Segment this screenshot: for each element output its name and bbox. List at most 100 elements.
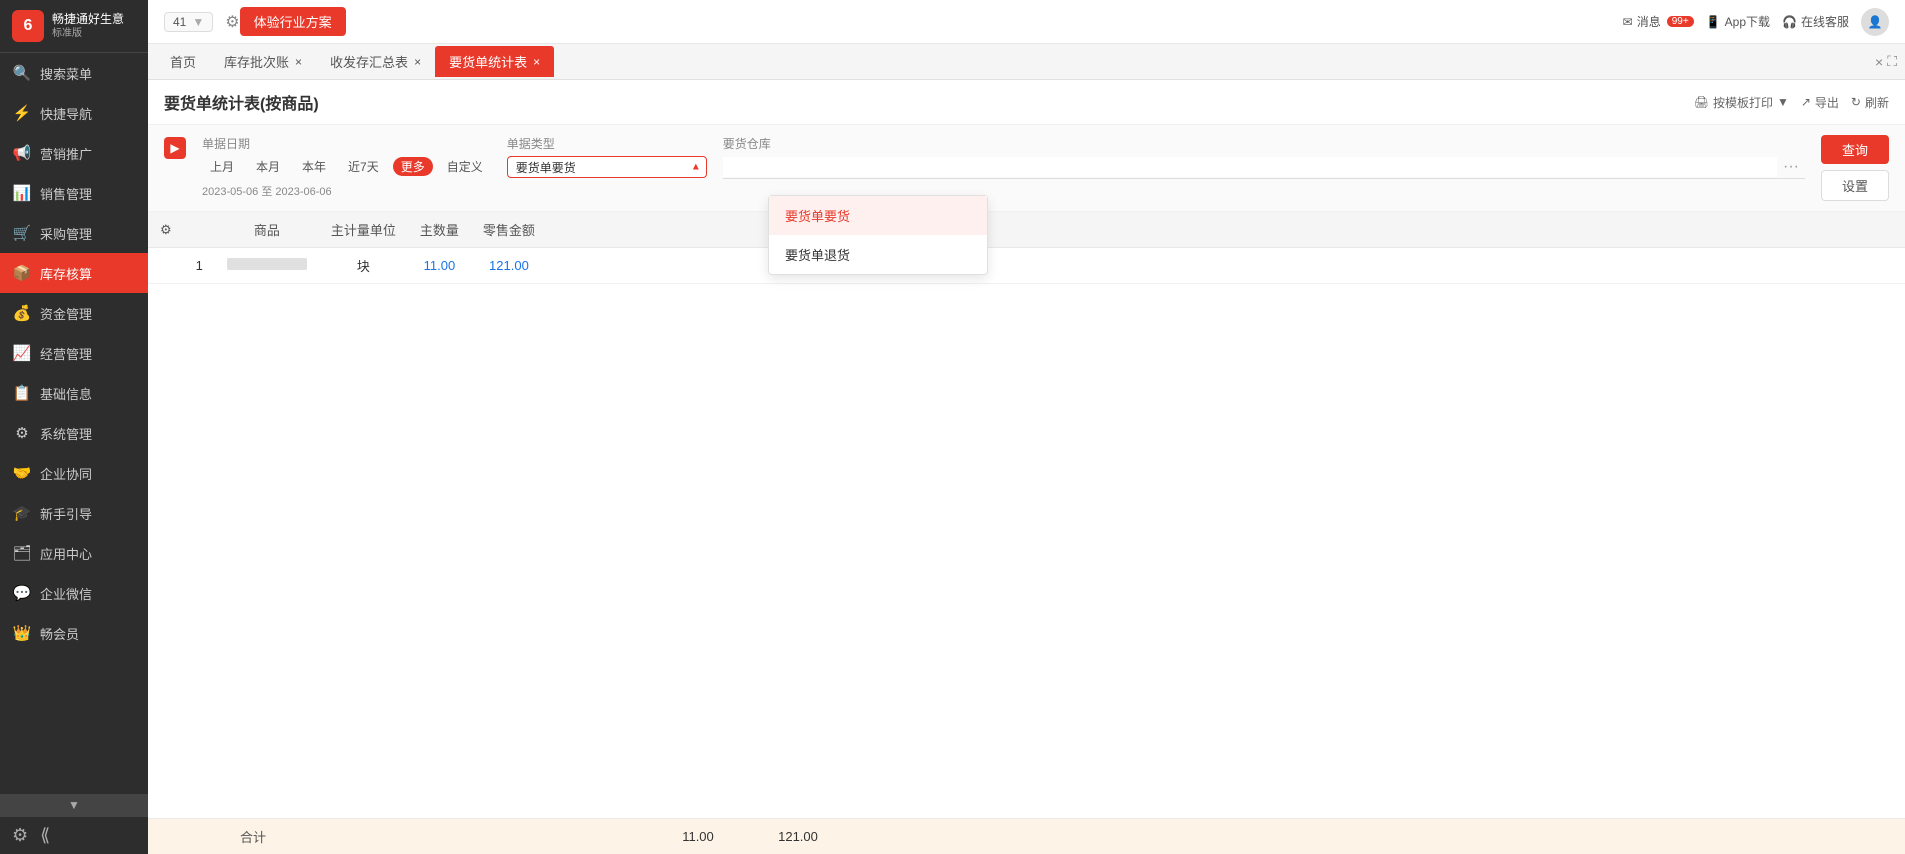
user-avatar[interactable]: 👤 xyxy=(1861,8,1889,36)
sidebar-item-operation[interactable]: 📈 经营管理 xyxy=(0,333,148,373)
date-btn-this-year[interactable]: 本年 xyxy=(294,156,334,177)
gear-button[interactable]: ⚙ xyxy=(225,12,239,32)
sidebar-item-wechat[interactable]: 💬 企业微信 xyxy=(0,573,148,613)
tab-close-collect[interactable]: × xyxy=(414,55,421,69)
sidebar: 6 畅捷通好生意 标准版 🔍 搜索菜单 ⚡ 快捷导航 📢 营销推广 📊 销售管理… xyxy=(0,0,148,854)
lightning-icon: ⚡ xyxy=(12,103,32,123)
refresh-icon: ↻ xyxy=(1851,95,1861,109)
tab-close-all-button[interactable]: × xyxy=(1875,53,1883,70)
store-selector[interactable]: 41 ▼ xyxy=(164,12,213,32)
sales-icon: 📊 xyxy=(12,183,32,203)
inventory-icon: 📦 xyxy=(12,263,32,283)
export-button[interactable]: ↗ 导出 xyxy=(1801,94,1839,111)
col-product: 商品 xyxy=(215,212,319,248)
header-left: 41 ▼ ⚙ 体验行业方案 xyxy=(164,7,1623,36)
settings-icon[interactable]: ⚙ xyxy=(12,825,28,846)
sidebar-item-basic[interactable]: 📋 基础信息 xyxy=(0,373,148,413)
enterprise-icon: 🤝 xyxy=(12,463,32,483)
data-table: ⚙ 商品 主计量单位 主数量 零售金额 1 xyxy=(148,212,1905,284)
date-btn-last-month[interactable]: 上月 xyxy=(202,156,242,177)
date-options-row: 上月 本月 本年 近7天 更多 自定义 xyxy=(202,156,491,177)
type-select-wrapper xyxy=(507,156,707,178)
filter-expand-button[interactable]: ▶ xyxy=(164,137,186,159)
basic-icon: 📋 xyxy=(12,383,32,403)
online-service-item[interactable]: 🎧 在线客服 xyxy=(1782,13,1849,30)
app-download-item[interactable]: 📱 App下载 xyxy=(1706,13,1770,30)
col-settings[interactable]: ⚙ xyxy=(148,212,184,248)
row-product-cell xyxy=(215,248,319,284)
finance-icon: 💰 xyxy=(12,303,32,323)
warehouse-input-row: ··· xyxy=(723,156,1805,179)
top-header: 41 ▼ ⚙ 体验行业方案 ✉ 消息 99+ 📱 App下载 🎧 在线客服 👤 xyxy=(148,0,1905,44)
table-header-row: ⚙ 商品 主计量单位 主数量 零售金额 xyxy=(148,212,1905,248)
sidebar-item-inventory[interactable]: 📦 库存核算 xyxy=(0,253,148,293)
filter-action-buttons: 查询 设置 xyxy=(1821,135,1889,201)
messages-item[interactable]: ✉ 消息 99+ xyxy=(1623,13,1694,30)
tab-close-batch[interactable]: × xyxy=(295,55,302,69)
export-icon: ↗ xyxy=(1801,95,1811,109)
sidebar-nav: 🔍 搜索菜单 ⚡ 快捷导航 📢 营销推广 📊 销售管理 🛒 采购管理 📦 库存核… xyxy=(0,53,148,794)
filter-bar: ▶ 单据日期 上月 本月 本年 近7天 更多 自定义 2023-05-06 至 … xyxy=(148,125,1905,212)
sidebar-scroll-down[interactable]: ▼ xyxy=(0,794,148,816)
type-filter-group: 单据类型 xyxy=(507,135,707,178)
print-button[interactable]: 🖨 按模板打印 ▼ xyxy=(1694,94,1789,111)
page-title: 要货单统计表(按商品) xyxy=(164,90,319,114)
type-select-input[interactable] xyxy=(507,156,707,178)
date-range-display: 2023-05-06 至 2023-06-06 xyxy=(202,183,491,199)
chevron-down-icon: ▼ xyxy=(192,15,204,29)
refresh-button[interactable]: ↻ 刷新 xyxy=(1851,94,1889,111)
sidebar-item-member[interactable]: 👑 畅会员 xyxy=(0,613,148,653)
table-footer: 合计 11.00 121.00 xyxy=(148,818,1905,854)
main-area: 41 ▼ ⚙ 体验行业方案 ✉ 消息 99+ 📱 App下载 🎧 在线客服 👤 xyxy=(148,0,1905,854)
tab-batch-account[interactable]: 库存批次账 × xyxy=(210,46,316,77)
page-header-actions: 🖨 按模板打印 ▼ ↗ 导出 ↻ 刷新 xyxy=(1694,94,1889,111)
sidebar-item-system[interactable]: ⚙ 系统管理 xyxy=(0,413,148,453)
query-button[interactable]: 查询 xyxy=(1821,135,1889,164)
warehouse-filter-group: 要货仓库 ··· xyxy=(723,135,1805,179)
dropdown-item-order-goods[interactable]: 要货单要货 xyxy=(769,196,987,235)
guide-icon: 🎓 xyxy=(12,503,32,523)
trial-button[interactable]: 体验行业方案 xyxy=(240,7,346,36)
logo-text: 畅捷通好生意 标准版 xyxy=(52,12,124,41)
type-input-row xyxy=(507,156,707,178)
collapse-icon[interactable]: ⟪ xyxy=(40,825,50,846)
sidebar-item-guide[interactable]: 🎓 新手引导 xyxy=(0,493,148,533)
row-unit-cell: 块 xyxy=(319,248,408,284)
date-btn-7days[interactable]: 近7天 xyxy=(340,156,387,177)
sidebar-item-finance[interactable]: 💰 资金管理 xyxy=(0,293,148,333)
date-btn-custom[interactable]: 自定义 xyxy=(439,156,491,177)
product-placeholder xyxy=(227,258,307,270)
tab-expand-button[interactable]: ⛶ xyxy=(1887,53,1897,70)
date-btn-this-month[interactable]: 本月 xyxy=(248,156,288,177)
warehouse-input[interactable] xyxy=(723,157,1777,177)
tab-order-stats[interactable]: 要货单统计表 × xyxy=(435,46,554,77)
sidebar-item-marketing[interactable]: 📢 营销推广 xyxy=(0,133,148,173)
sidebar-item-sales[interactable]: 📊 销售管理 xyxy=(0,173,148,213)
table-wrapper: ⚙ 商品 主计量单位 主数量 零售金额 1 xyxy=(148,212,1905,818)
sidebar-item-quick-nav[interactable]: ⚡ 快捷导航 xyxy=(0,93,148,133)
type-dropdown: 要货单要货 要货单退货 xyxy=(768,195,988,275)
header-actions: ✉ 消息 99+ 📱 App下载 🎧 在线客服 👤 xyxy=(1623,8,1889,36)
quantity-link[interactable]: 11.00 xyxy=(424,258,456,273)
amount-link[interactable]: 121.00 xyxy=(489,258,529,273)
date-btn-more[interactable]: 更多 xyxy=(393,157,433,176)
purchase-icon: 🛒 xyxy=(12,223,32,243)
tab-close-order[interactable]: × xyxy=(533,55,540,69)
col-extra xyxy=(547,212,1905,248)
row-settings-cell xyxy=(148,248,184,284)
dropdown-item-order-return[interactable]: 要货单退货 xyxy=(769,235,987,274)
tab-collect-summary[interactable]: 收发存汇总表 × xyxy=(316,46,435,77)
col-quantity: 主数量 xyxy=(408,212,471,248)
filter-settings-button[interactable]: 设置 xyxy=(1821,170,1889,201)
sidebar-item-search[interactable]: 🔍 搜索菜单 xyxy=(0,53,148,93)
sidebar-item-appstore[interactable]: 🗂 应用中心 xyxy=(0,533,148,573)
sidebar-item-enterprise[interactable]: 🤝 企业协同 xyxy=(0,453,148,493)
page-content: 要货单统计表(按商品) 🖨 按模板打印 ▼ ↗ 导出 ↻ 刷新 ▶ xyxy=(148,80,1905,854)
system-icon: ⚙ xyxy=(12,423,32,443)
warehouse-more-icon[interactable]: ··· xyxy=(1777,156,1805,178)
headset-icon: 🎧 xyxy=(1782,15,1797,29)
sidebar-item-purchase[interactable]: 🛒 采购管理 xyxy=(0,213,148,253)
operation-icon: 📈 xyxy=(12,343,32,363)
footer-label: 合计 xyxy=(228,827,648,846)
tab-home[interactable]: 首页 xyxy=(156,46,210,77)
